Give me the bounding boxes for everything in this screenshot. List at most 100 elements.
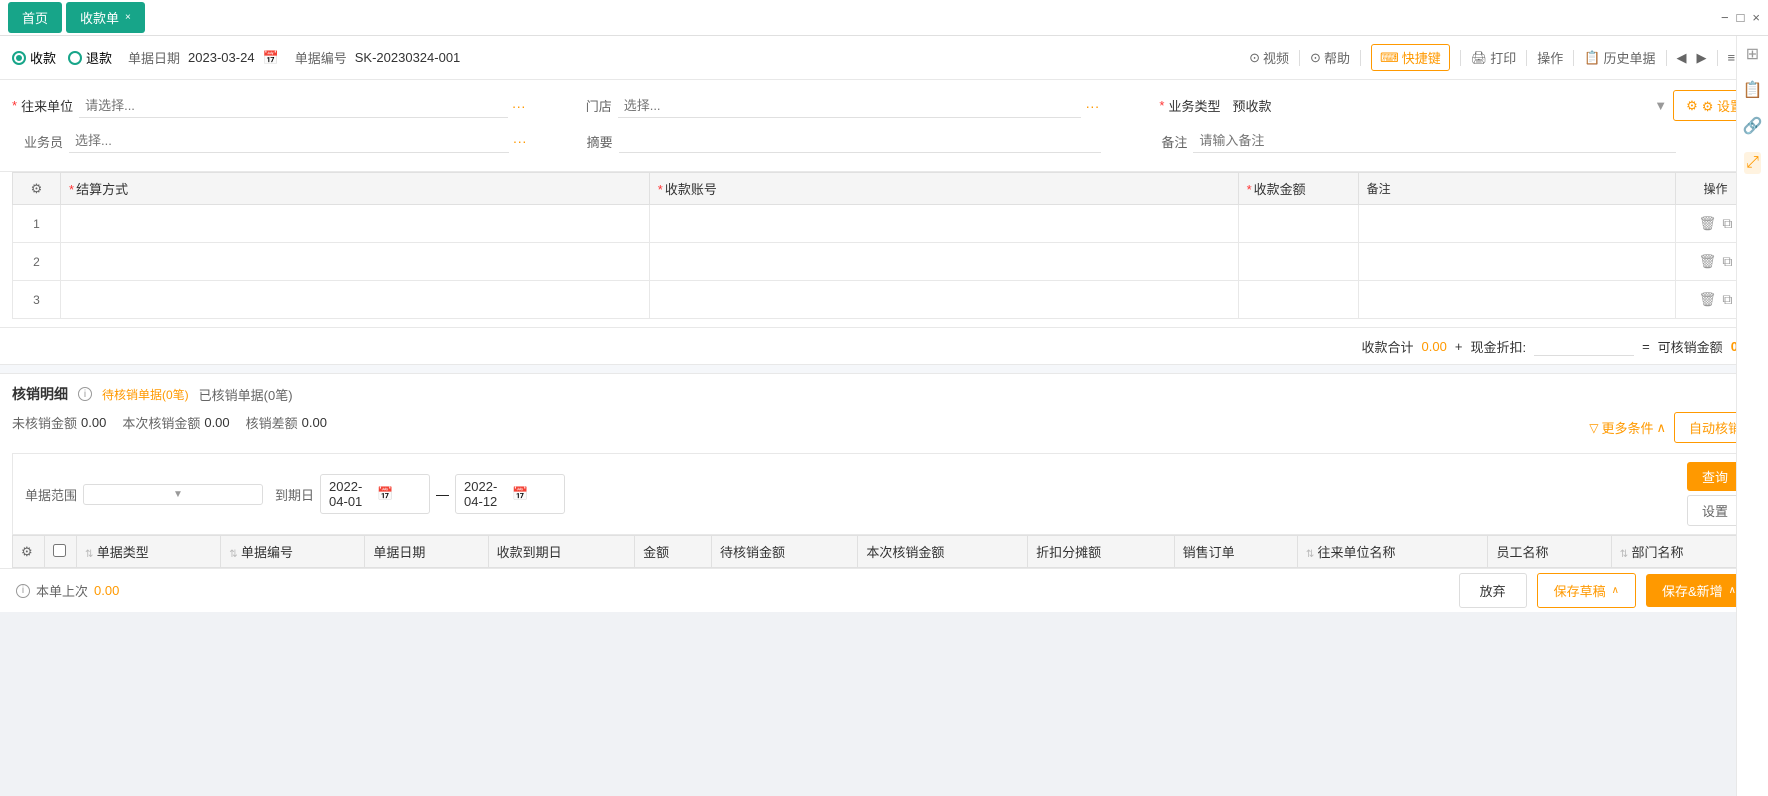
row-delete-icon[interactable]: 🗑 (1699, 215, 1717, 232)
date-to-input[interactable]: 2022-04-12 📅 (455, 474, 565, 514)
footer-info-icon[interactable]: i (16, 584, 30, 598)
date-from-calendar-icon[interactable]: 📅 (377, 486, 421, 502)
range-chevron-icon: ▼ (173, 489, 254, 500)
tab-home[interactable]: 首页 (8, 2, 62, 33)
form-row-1: * 往来单位 ··· 门店 ··· * 业务类型 预收款 ▼ ⚙⚙ 设置 (12, 90, 1756, 121)
footer-right: 放弃 保存草稿 ∧ 保存&新增 ∧ (1459, 573, 1752, 608)
salesperson-input[interactable] (69, 129, 509, 153)
summary-row: 收款合计 0.00 + 现金折扣: = 可核销金额 0.00 (0, 327, 1768, 364)
footer-order-value: 0.00 (94, 583, 119, 598)
pending-tab[interactable]: 待核销单据(0笔) (102, 386, 189, 403)
toolbar-right: ⊙ 视频 ⊙ 帮助 ⌨快捷键 🖨 打印 操作 📋 历史单据 ◀ ▶ ≡ ⊞ (1249, 44, 1756, 71)
row-copy-icon[interactable]: ⧉ (1722, 215, 1732, 232)
date-range: 2022-04-01 📅 — 2022-04-12 📅 (320, 474, 565, 514)
tab-current[interactable]: 收款单 × (66, 2, 145, 33)
counterparty-more-btn[interactable]: ··· (512, 98, 526, 114)
hexiao-section: 核销明细 i 待核销单据(0笔) 已核销单据(0笔) 未核销金额 0.00 本次… (0, 374, 1768, 453)
salesperson-more-btn[interactable]: ··· (513, 133, 527, 149)
sidebar-expand-icon[interactable]: ⤢ (1744, 152, 1761, 174)
filter-area: 单据范围 ▼ 到期日 2022-04-01 📅 — 2022-04-12 📅 (0, 453, 1768, 535)
row-copy-icon[interactable]: ⧉ (1722, 253, 1732, 270)
hexiao-stats: 未核销金额 0.00 本次核销金额 0.00 核销差额 0.00 (12, 413, 327, 432)
row-delete-icon[interactable]: 🗑 (1699, 291, 1717, 308)
business-type-value: 预收款 (1226, 92, 1654, 119)
section-divider (0, 364, 1768, 374)
abstract-field: 摘要 (587, 129, 1102, 153)
table-row: 1 🗑 ⧉ (13, 205, 1756, 243)
filter-settings-btn[interactable]: 设置 (1687, 495, 1743, 526)
date-to-calendar-icon[interactable]: 📅 (512, 486, 556, 502)
receipt-type-group: 收款 退款 (12, 48, 112, 67)
nav-right-icon[interactable]: ▶ (1697, 50, 1707, 66)
minimize-icon[interactable]: − (1721, 10, 1729, 25)
help-btn[interactable]: ⊙ 帮助 (1310, 48, 1350, 67)
bottom-table-wrap: ⚙ ⇅ 单据类型 ⇅ 单据编号 单据日期 收款到期日 金额 待核销金额 本次核销… (0, 535, 1768, 568)
abstract-input[interactable] (619, 129, 1102, 153)
radio-receipt-dot (12, 51, 26, 65)
more-filter-btn[interactable]: ▽ 更多条件 ∧ (1589, 418, 1666, 437)
current-hexiao-stat: 本次核销金额 0.00 (122, 413, 229, 432)
row-copy-icon[interactable]: ⧉ (1722, 291, 1732, 308)
store-more-btn[interactable]: ··· (1085, 98, 1099, 114)
salesperson-field: 业务员 ··· (12, 129, 527, 153)
form-row-2: 业务员 ··· 摘要 备注 (12, 129, 1756, 153)
filter-row: 单据范围 ▼ 到期日 2022-04-01 📅 — 2022-04-12 📅 (12, 453, 1756, 535)
store-input[interactable] (618, 94, 1082, 118)
abandon-btn[interactable]: 放弃 (1459, 573, 1527, 608)
print-btn[interactable]: 🖨 打印 (1471, 48, 1517, 67)
video-btn[interactable]: ⊙ 视频 (1249, 48, 1289, 67)
business-type-chevron[interactable]: ▼ (1654, 98, 1667, 113)
filter-buttons: 查询 设置 (1687, 462, 1743, 526)
business-type-field: * 业务类型 预收款 ▼ (1159, 92, 1673, 119)
history-btn[interactable]: 📋 历史单据 (1584, 48, 1655, 67)
bottom-table: ⚙ ⇅ 单据类型 ⇅ 单据编号 单据日期 收款到期日 金额 待核销金额 本次核销… (12, 535, 1756, 568)
sidebar-book-icon[interactable]: 📋 (1743, 80, 1763, 100)
remark-input[interactable] (1193, 129, 1676, 153)
form-area: * 往来单位 ··· 门店 ··· * 业务类型 预收款 ▼ ⚙⚙ 设置 业务 (0, 80, 1768, 172)
receipt-table-wrap: ⚙ *结算方式 *收款账号 *收款金额 备注 操作 1 (0, 172, 1768, 327)
bottom-table-gear-icon[interactable]: ⚙ (21, 544, 33, 559)
operation-btn[interactable]: 操作 (1537, 48, 1563, 67)
query-btn[interactable]: 查询 (1687, 462, 1743, 491)
hexiao-right: ▽ 更多条件 ∧ 自动核销 (1589, 412, 1756, 443)
tab-close-icon[interactable]: × (125, 12, 131, 23)
maximize-icon[interactable]: □ (1737, 10, 1745, 25)
save-draft-btn[interactable]: 保存草稿 ∧ (1537, 573, 1636, 608)
range-filter: 单据范围 ▼ (25, 484, 263, 505)
radio-refund[interactable]: 退款 (68, 48, 112, 67)
tab-bar: 首页 收款单 × − □ × (0, 0, 1768, 36)
store-field: 门店 ··· (586, 94, 1100, 118)
shortcut-btn[interactable]: ⌨快捷键 (1371, 44, 1450, 71)
hexiao-title-row: 核销明细 i 待核销单据(0笔) 已核销单据(0笔) (12, 384, 1756, 404)
sidebar-link-icon[interactable]: 🔗 (1743, 116, 1763, 136)
table-row: 3 🗑 ⧉ (13, 281, 1756, 319)
diff-stat: 核销差额 0.00 (246, 413, 327, 432)
right-sidebar: ⊞ 📋 🔗 ⤢ (1736, 36, 1768, 796)
save-new-chevron-icon: ∧ (1729, 585, 1736, 596)
row-delete-icon[interactable]: 🗑 (1699, 253, 1717, 270)
discount-input[interactable] (1534, 336, 1634, 356)
receipt-table: ⚙ *结算方式 *收款账号 *收款金额 备注 操作 1 (12, 172, 1756, 319)
remark-field: 备注 (1161, 129, 1676, 153)
date-from-input[interactable]: 2022-04-01 📅 (320, 474, 430, 514)
range-select[interactable]: ▼ (83, 484, 263, 505)
hexiao-info-icon[interactable]: i (78, 387, 92, 401)
total-value: 0.00 (1422, 339, 1447, 354)
nav-left-icon[interactable]: ◀ (1677, 50, 1687, 66)
table-row: 2 🗑 ⧉ (13, 243, 1756, 281)
radio-receipt[interactable]: 收款 (12, 48, 56, 67)
counterparty-input[interactable] (79, 94, 508, 118)
footer: i 本单上次 0.00 放弃 保存草稿 ∧ 保存&新增 ∧ (0, 568, 1768, 612)
view-toggle-icon[interactable]: ≡ (1728, 50, 1736, 65)
counterparty-field: * 往来单位 ··· (12, 94, 526, 118)
uncancelled-stat: 未核销金额 0.00 (12, 413, 106, 432)
select-all-checkbox[interactable] (53, 544, 66, 557)
footer-left: i 本单上次 0.00 (16, 581, 119, 600)
toolbar-date: 单据日期 2023-03-24 📅 (128, 48, 279, 67)
table-gear-icon[interactable]: ⚙ (31, 181, 43, 196)
calendar-icon[interactable]: 📅 (263, 50, 279, 66)
toolbar: 收款 退款 单据日期 2023-03-24 📅 单据编号 SK-20230324… (0, 36, 1768, 80)
hexiao-stats-row: 未核销金额 0.00 本次核销金额 0.00 核销差额 0.00 ▽ 更多条件 … (12, 412, 1756, 443)
close-icon[interactable]: × (1752, 10, 1760, 25)
sidebar-table-icon[interactable]: ⊞ (1746, 44, 1759, 64)
